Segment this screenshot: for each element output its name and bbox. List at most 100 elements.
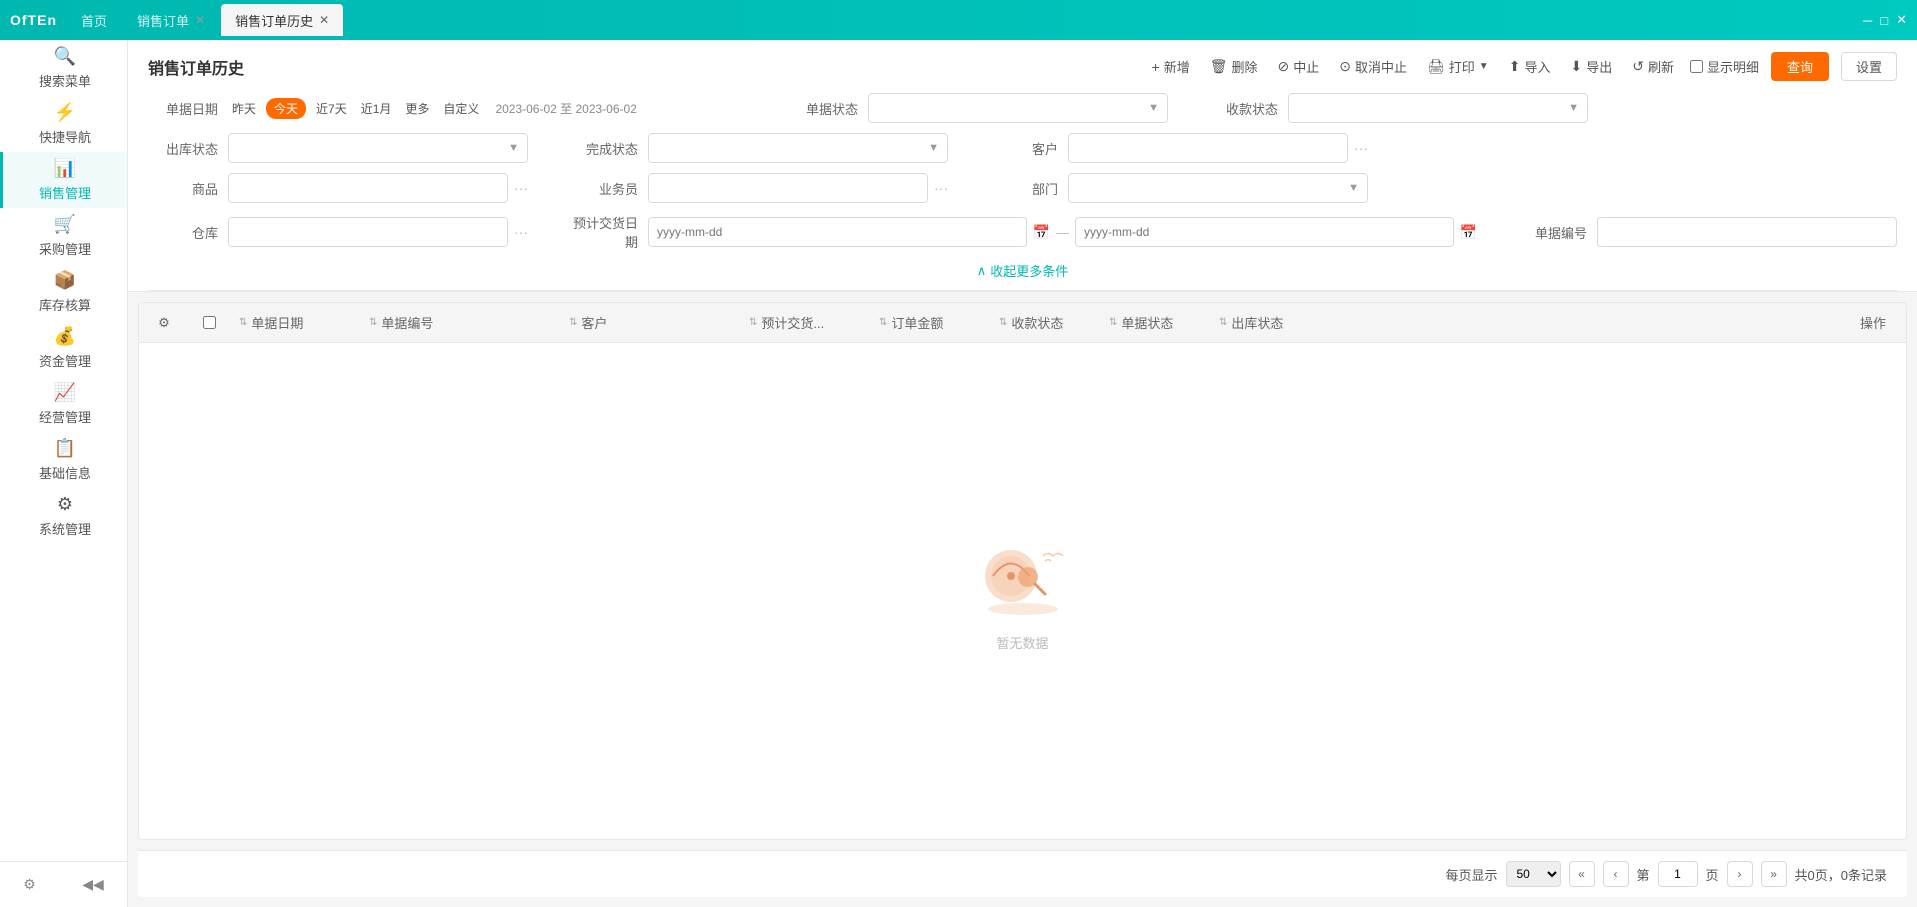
export-icon: ⬇: [1570, 58, 1582, 75]
sidebar-item-search-menu[interactable]: 🔍 搜索菜单: [0, 40, 127, 96]
customer-input[interactable]: [1068, 133, 1348, 163]
show-detail-input[interactable]: [1690, 60, 1703, 73]
prev-page-button[interactable]: ‹: [1603, 861, 1629, 887]
th-customer[interactable]: ⇅ 客户: [559, 313, 739, 332]
export-button[interactable]: ⬇ 导出: [1566, 55, 1616, 78]
import-button[interactable]: ⬆ 导入: [1505, 55, 1555, 78]
sidebar-item-inventory[interactable]: 📦 库存核算: [0, 264, 127, 320]
stop-button[interactable]: ⊘ 中止: [1274, 55, 1324, 78]
th-billno[interactable]: ⇅ 单据编号: [359, 313, 559, 332]
tab-sales-order-history[interactable]: 销售订单历史 ✕: [221, 4, 343, 36]
window-maximize-icon[interactable]: □: [1880, 13, 1888, 28]
th-date[interactable]: ⇅ 单据日期: [229, 313, 359, 332]
page-size-select[interactable]: 20 50 100 200: [1506, 861, 1561, 887]
sidebar-item-purchase[interactable]: 🛒 采购管理: [0, 208, 127, 264]
calendar-from-icon[interactable]: 📅: [1033, 224, 1050, 241]
salesperson-input[interactable]: [648, 173, 928, 203]
page-header: 销售订单历史 + 新增 🗑 删除 ⊘ 中止 ⊙: [128, 40, 1917, 292]
calendar-to-icon[interactable]: 📅: [1460, 224, 1477, 241]
complete-status-select[interactable]: ▼: [648, 133, 948, 163]
page-title: 销售订单历史: [148, 55, 244, 79]
goods-input[interactable]: [228, 173, 508, 203]
collapse-up-icon: ∧: [977, 263, 987, 279]
sidebar-gear-icon[interactable]: ⚙: [17, 870, 42, 899]
select-all-checkbox[interactable]: [203, 316, 216, 329]
tab-sales-order-close[interactable]: ✕: [195, 14, 205, 26]
th-billno-sort-icon[interactable]: ⇅: [369, 317, 377, 328]
settings-button[interactable]: 设置: [1841, 52, 1897, 81]
out-status-control[interactable]: ▼: [228, 133, 528, 163]
th-receipt[interactable]: ⇅ 收款状态: [989, 313, 1099, 332]
tab-home[interactable]: 首页: [67, 4, 121, 36]
refresh-button[interactable]: ↺ 刷新: [1628, 55, 1678, 78]
sidebar-item-basic-info[interactable]: 📋 基础信息: [0, 432, 127, 488]
expected-date-to-input[interactable]: [1075, 217, 1454, 247]
goods-ellipsis-icon[interactable]: ···: [514, 180, 528, 196]
warehouse-input[interactable]: [228, 217, 508, 247]
date-btn-7days[interactable]: 近7天: [312, 98, 351, 119]
sidebar-collapse-icon[interactable]: ◀◀: [76, 870, 110, 899]
cancel-stop-button[interactable]: ⊙ 取消中止: [1335, 55, 1411, 78]
page-number-input[interactable]: [1658, 861, 1698, 887]
sidebar-item-operations[interactable]: 📈 经营管理: [0, 376, 127, 432]
table-settings-icon[interactable]: ⚙: [158, 315, 170, 331]
delete-button[interactable]: 🗑 删除: [1206, 55, 1262, 78]
window-close-icon[interactable]: ✕: [1896, 12, 1907, 28]
th-receipt-sort-icon[interactable]: ⇅: [999, 317, 1007, 328]
th-customer-sort-icon[interactable]: ⇅: [569, 317, 577, 328]
th-bill-status[interactable]: ⇅ 单据状态: [1099, 313, 1209, 332]
collapse-row[interactable]: ∧ 收起更多条件: [148, 261, 1897, 280]
date-range-text: 2023-06-02 至 2023-06-02: [495, 100, 636, 117]
th-delivery-sort-icon[interactable]: ⇅: [749, 317, 757, 328]
th-out-status[interactable]: ⇅ 出库状态: [1209, 313, 1319, 332]
th-delivery[interactable]: ⇅ 预计交货...: [739, 313, 869, 332]
expected-date-group: 📅 — 📅: [648, 217, 1477, 247]
bill-status-control[interactable]: ▼: [868, 93, 1168, 123]
complete-status-control[interactable]: ▼: [648, 133, 948, 163]
bill-status-select[interactable]: ▼: [868, 93, 1168, 123]
th-checkbox[interactable]: [189, 316, 229, 329]
dept-control[interactable]: ▼: [1068, 173, 1368, 203]
customer-ellipsis-icon[interactable]: ···: [1354, 140, 1368, 156]
date-btn-1month[interactable]: 近1月: [357, 98, 396, 119]
sidebar-bottom: ⚙ ◀◀: [0, 861, 127, 907]
out-status-select[interactable]: ▼: [228, 133, 528, 163]
window-minimize-icon[interactable]: ─: [1863, 13, 1872, 28]
sidebar-item-system[interactable]: ⚙ 系统管理: [0, 488, 127, 544]
sidebar-item-quick-nav[interactable]: ⚡ 快捷导航: [0, 96, 127, 152]
query-button[interactable]: 查询: [1771, 52, 1829, 81]
receipt-status-select[interactable]: ▼: [1288, 93, 1588, 123]
th-settings[interactable]: ⚙: [139, 315, 189, 331]
last-page-button[interactable]: »: [1761, 861, 1787, 887]
tab-sales-order[interactable]: 销售订单 ✕: [123, 4, 219, 36]
expected-date-from-input[interactable]: [648, 217, 1027, 247]
th-bill-status-sort-icon[interactable]: ⇅: [1109, 317, 1117, 328]
sidebar-item-sales[interactable]: 📊 销售管理: [0, 152, 127, 208]
warehouse-ellipsis-icon[interactable]: ···: [514, 224, 528, 240]
date-btn-today[interactable]: 今天: [266, 98, 306, 119]
th-out-status-sort-icon[interactable]: ⇅: [1219, 317, 1227, 328]
new-button[interactable]: + 新增: [1148, 55, 1194, 78]
th-date-sort-icon[interactable]: ⇅: [239, 317, 247, 328]
receipt-status-control[interactable]: ▼: [1288, 93, 1588, 123]
print-button[interactable]: 🖨 打印 ▼: [1423, 55, 1493, 78]
th-amount-sort-icon[interactable]: ⇅: [879, 317, 887, 328]
salesperson-ellipsis-icon[interactable]: ···: [934, 180, 948, 196]
date-btn-yesterday[interactable]: 昨天: [228, 98, 260, 119]
next-page-button[interactable]: ›: [1727, 861, 1753, 887]
content-area: 销售订单历史 + 新增 🗑 删除 ⊘ 中止 ⊙: [128, 40, 1917, 907]
show-detail-checkbox[interactable]: 显示明细: [1690, 57, 1759, 76]
expected-date-label: 预计交货日期: [568, 213, 648, 251]
date-btn-custom[interactable]: 自定义: [439, 98, 483, 119]
date-btn-more[interactable]: 更多: [401, 98, 433, 119]
filter-row-2: 出库状态 ▼ 完成状态 ▼: [148, 133, 1897, 163]
page-title-row: 销售订单历史 + 新增 🗑 删除 ⊘ 中止 ⊙: [148, 52, 1897, 81]
th-delivery-label: 预计交货...: [761, 313, 824, 332]
th-amount[interactable]: ⇅ 订单金额: [869, 313, 989, 332]
bill-no-input[interactable]: [1597, 217, 1897, 247]
tab-sales-order-history-close[interactable]: ✕: [319, 14, 329, 26]
dept-select[interactable]: ▼: [1068, 173, 1368, 203]
import-icon: ⬆: [1509, 58, 1521, 75]
first-page-button[interactable]: «: [1569, 861, 1595, 887]
sidebar-item-finance[interactable]: 💰 资金管理: [0, 320, 127, 376]
